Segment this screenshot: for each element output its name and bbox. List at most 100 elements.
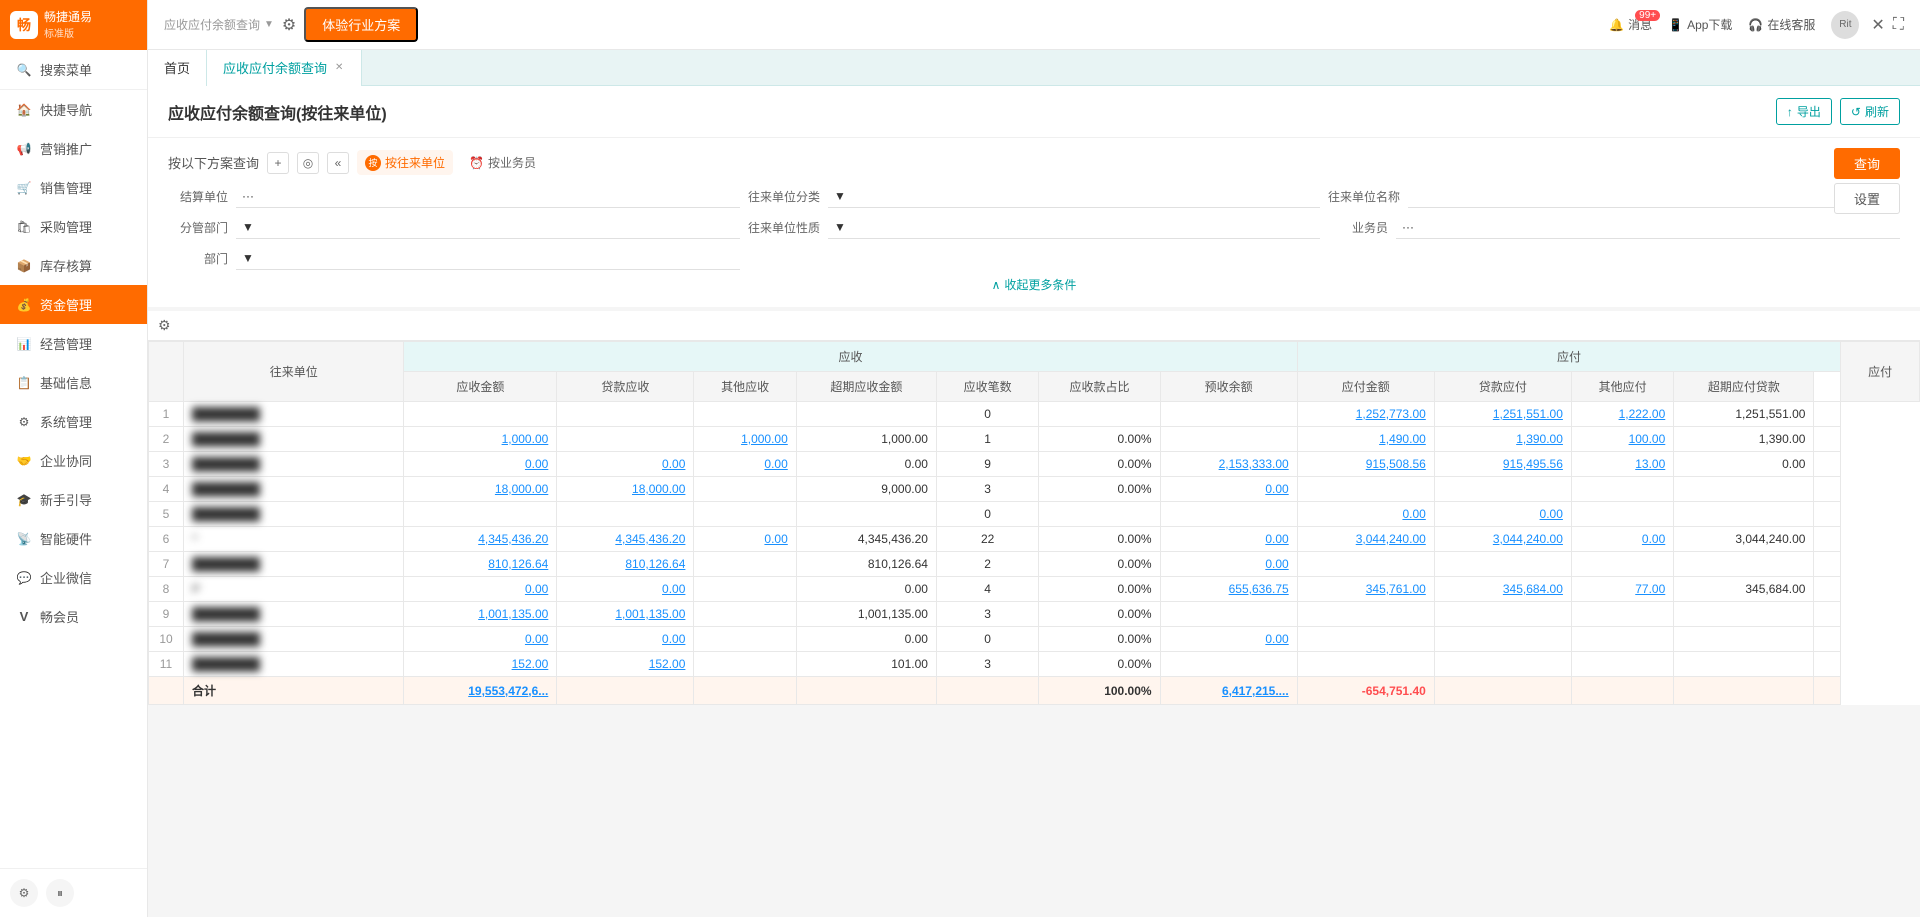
cell-ar_other[interactable]: 0.00 bbox=[694, 452, 796, 477]
cell-ar_loan[interactable]: 4,345,436.20 bbox=[557, 527, 694, 552]
cell-ar_other[interactable] bbox=[694, 577, 796, 602]
settle-unit-select[interactable]: ··· bbox=[236, 185, 740, 208]
cell-prepay_balance[interactable]: 0.00 bbox=[1160, 627, 1297, 652]
online-service-action[interactable]: 🎧 在线客服 bbox=[1748, 16, 1815, 33]
cell-ap_loan[interactable]: 1,251,551.00 bbox=[1434, 402, 1571, 427]
scheme-partner[interactable]: 按 按往来单位 bbox=[357, 150, 453, 175]
table-gear-icon[interactable]: ⚙ bbox=[158, 317, 171, 334]
cell-prepay_balance[interactable] bbox=[1160, 652, 1297, 677]
cell-prepay_balance[interactable] bbox=[1160, 427, 1297, 452]
setting-button[interactable]: 设置 bbox=[1834, 183, 1900, 214]
cell-ap_amount[interactable]: 0.00 bbox=[1297, 502, 1434, 527]
cell-prepay_balance[interactable] bbox=[1160, 502, 1297, 527]
app-download-action[interactable]: 📱 App下载 bbox=[1668, 16, 1732, 33]
cell-ap_other[interactable]: 13.00 bbox=[1571, 452, 1673, 477]
cell-ar_loan[interactable]: 0.00 bbox=[557, 627, 694, 652]
cell-ap_amount[interactable] bbox=[1297, 477, 1434, 502]
cell-ap_amount[interactable]: 3,044,240.00 bbox=[1297, 527, 1434, 552]
filter-settings-btn[interactable]: ◎ bbox=[297, 152, 319, 174]
cell-ar_other[interactable] bbox=[694, 477, 796, 502]
cell-prepay_balance[interactable] bbox=[1160, 402, 1297, 427]
cell-ar_other[interactable] bbox=[694, 602, 796, 627]
cell-prepay_balance[interactable]: 0.00 bbox=[1160, 477, 1297, 502]
tab-arbalance[interactable]: 应收应付余额查询 ✕ bbox=[207, 50, 362, 86]
cell-ar_amount[interactable] bbox=[404, 502, 557, 527]
sidebar-item-sales[interactable]: 🛒 销售管理 bbox=[0, 168, 147, 207]
cell-ap_loan[interactable]: 1,390.00 bbox=[1434, 427, 1571, 452]
refresh-button[interactable]: ↺ 刷新 bbox=[1840, 98, 1900, 125]
cell-ar_loan[interactable]: 1,001,135.00 bbox=[557, 602, 694, 627]
cell-prepay_balance[interactable]: 0.00 bbox=[1160, 552, 1297, 577]
messages-action[interactable]: 🔔 消息 99+ bbox=[1609, 16, 1652, 33]
cell-ap_other[interactable]: 0.00 bbox=[1571, 527, 1673, 552]
cell-ap_loan[interactable] bbox=[1434, 627, 1571, 652]
cell-ap_other[interactable] bbox=[1571, 552, 1673, 577]
cell-ar_loan[interactable]: 18,000.00 bbox=[557, 477, 694, 502]
sidebar-item-operation[interactable]: 📊 经营管理 bbox=[0, 324, 147, 363]
promo-button[interactable]: 体验行业方案 bbox=[304, 7, 418, 42]
cell-ar_other[interactable] bbox=[694, 502, 796, 527]
cell-ar_amount[interactable]: 810,126.64 bbox=[404, 552, 557, 577]
cell-ap_other[interactable] bbox=[1571, 602, 1673, 627]
cell-ap_amount[interactable]: 1,252,773.00 bbox=[1297, 402, 1434, 427]
cell-ar_amount[interactable]: 1,000.00 bbox=[404, 427, 557, 452]
scheme-salesman[interactable]: ⏰ 按业务员 bbox=[461, 150, 544, 175]
sidebar-item-sysadmin[interactable]: ⚙ 系统管理 bbox=[0, 402, 147, 441]
cell-ap_amount[interactable] bbox=[1297, 552, 1434, 577]
sidebar-item-quicknav[interactable]: 🏠 快捷导航 bbox=[0, 90, 147, 129]
dept-select[interactable]: ▼ bbox=[236, 247, 740, 270]
close-icon[interactable]: ✕ bbox=[1871, 15, 1884, 35]
sidebar-item-inventory[interactable]: 📦 库存核算 bbox=[0, 246, 147, 285]
cell-ar_amount[interactable] bbox=[404, 402, 557, 427]
cell-ap_loan[interactable]: 3,044,240.00 bbox=[1434, 527, 1571, 552]
cell-ap_loan[interactable]: 345,684.00 bbox=[1434, 577, 1571, 602]
cell-ap_amount[interactable] bbox=[1297, 652, 1434, 677]
cell-ap_other[interactable] bbox=[1571, 477, 1673, 502]
cell-prepay_balance[interactable]: 0.00 bbox=[1160, 527, 1297, 552]
sidebar-item-search[interactable]: 🔍 搜索菜单 bbox=[0, 50, 147, 90]
tab-home[interactable]: 首页 bbox=[148, 50, 207, 86]
cell-ar_other[interactable]: 0.00 bbox=[694, 527, 796, 552]
cell-ar_loan[interactable]: 0.00 bbox=[557, 452, 694, 477]
cell-ar_other[interactable] bbox=[694, 402, 796, 427]
sidebar-item-hardware[interactable]: 📡 智能硬件 bbox=[0, 519, 147, 558]
cell-ar_other[interactable] bbox=[694, 652, 796, 677]
cell-ar_other[interactable] bbox=[694, 627, 796, 652]
cell-ap_amount[interactable]: 915,508.56 bbox=[1297, 452, 1434, 477]
cell-ap_other[interactable] bbox=[1571, 627, 1673, 652]
cell-ap_other[interactable]: 1,222.00 bbox=[1571, 402, 1673, 427]
partner-nature-select[interactable]: ▼ bbox=[828, 216, 1320, 239]
cell-ap_other[interactable] bbox=[1571, 652, 1673, 677]
cell-ar_amount[interactable]: 0.00 bbox=[404, 627, 557, 652]
cell-ap_other[interactable]: 77.00 bbox=[1571, 577, 1673, 602]
cell-ap_loan[interactable] bbox=[1434, 602, 1571, 627]
cell-ap_amount[interactable] bbox=[1297, 602, 1434, 627]
cell-ap_loan[interactable]: 915,495.56 bbox=[1434, 452, 1571, 477]
partner-name-input[interactable] bbox=[1408, 185, 1900, 208]
maximize-icon[interactable]: ⛶ bbox=[1893, 16, 1904, 34]
tab-close-icon[interactable]: ✕ bbox=[333, 60, 345, 75]
partner-category-select[interactable]: ▼ bbox=[828, 185, 1320, 208]
sidebar-item-basicinfo[interactable]: 📋 基础信息 bbox=[0, 363, 147, 402]
cell-ar_amount[interactable]: 4,345,436.20 bbox=[404, 527, 557, 552]
sidebar-item-bizcolab[interactable]: 🤝 企业协同 bbox=[0, 441, 147, 480]
cell-ap_loan[interactable] bbox=[1434, 477, 1571, 502]
sidebar-collapse-btn[interactable]: ⏸ bbox=[46, 879, 74, 907]
cell-ar_loan[interactable]: 810,126.64 bbox=[557, 552, 694, 577]
cell-ar_loan[interactable]: 152.00 bbox=[557, 652, 694, 677]
cell-ap_other[interactable]: 100.00 bbox=[1571, 427, 1673, 452]
cell-ar_loan[interactable] bbox=[557, 427, 694, 452]
sidebar-item-guide[interactable]: 🎓 新手引导 bbox=[0, 480, 147, 519]
cell-ap_amount[interactable]: 345,761.00 bbox=[1297, 577, 1434, 602]
sidebar-item-purchase[interactable]: 🛍 采购管理 bbox=[0, 207, 147, 246]
filter-collapse-scheme-btn[interactable]: « bbox=[327, 152, 349, 174]
sidebar-item-marketing[interactable]: 📢 营销推广 bbox=[0, 129, 147, 168]
sidebar-item-finance[interactable]: 💰 资金管理 bbox=[0, 285, 147, 324]
cell-ar_loan[interactable] bbox=[557, 502, 694, 527]
cell-ap_loan[interactable]: 0.00 bbox=[1434, 502, 1571, 527]
cell-ap_loan[interactable] bbox=[1434, 652, 1571, 677]
salesman-select[interactable]: ··· bbox=[1396, 216, 1900, 239]
query-button[interactable]: 查询 bbox=[1834, 148, 1900, 179]
dept-manage-select[interactable]: ▼ bbox=[236, 216, 740, 239]
cell-ar_amount[interactable]: 1,001,135.00 bbox=[404, 602, 557, 627]
